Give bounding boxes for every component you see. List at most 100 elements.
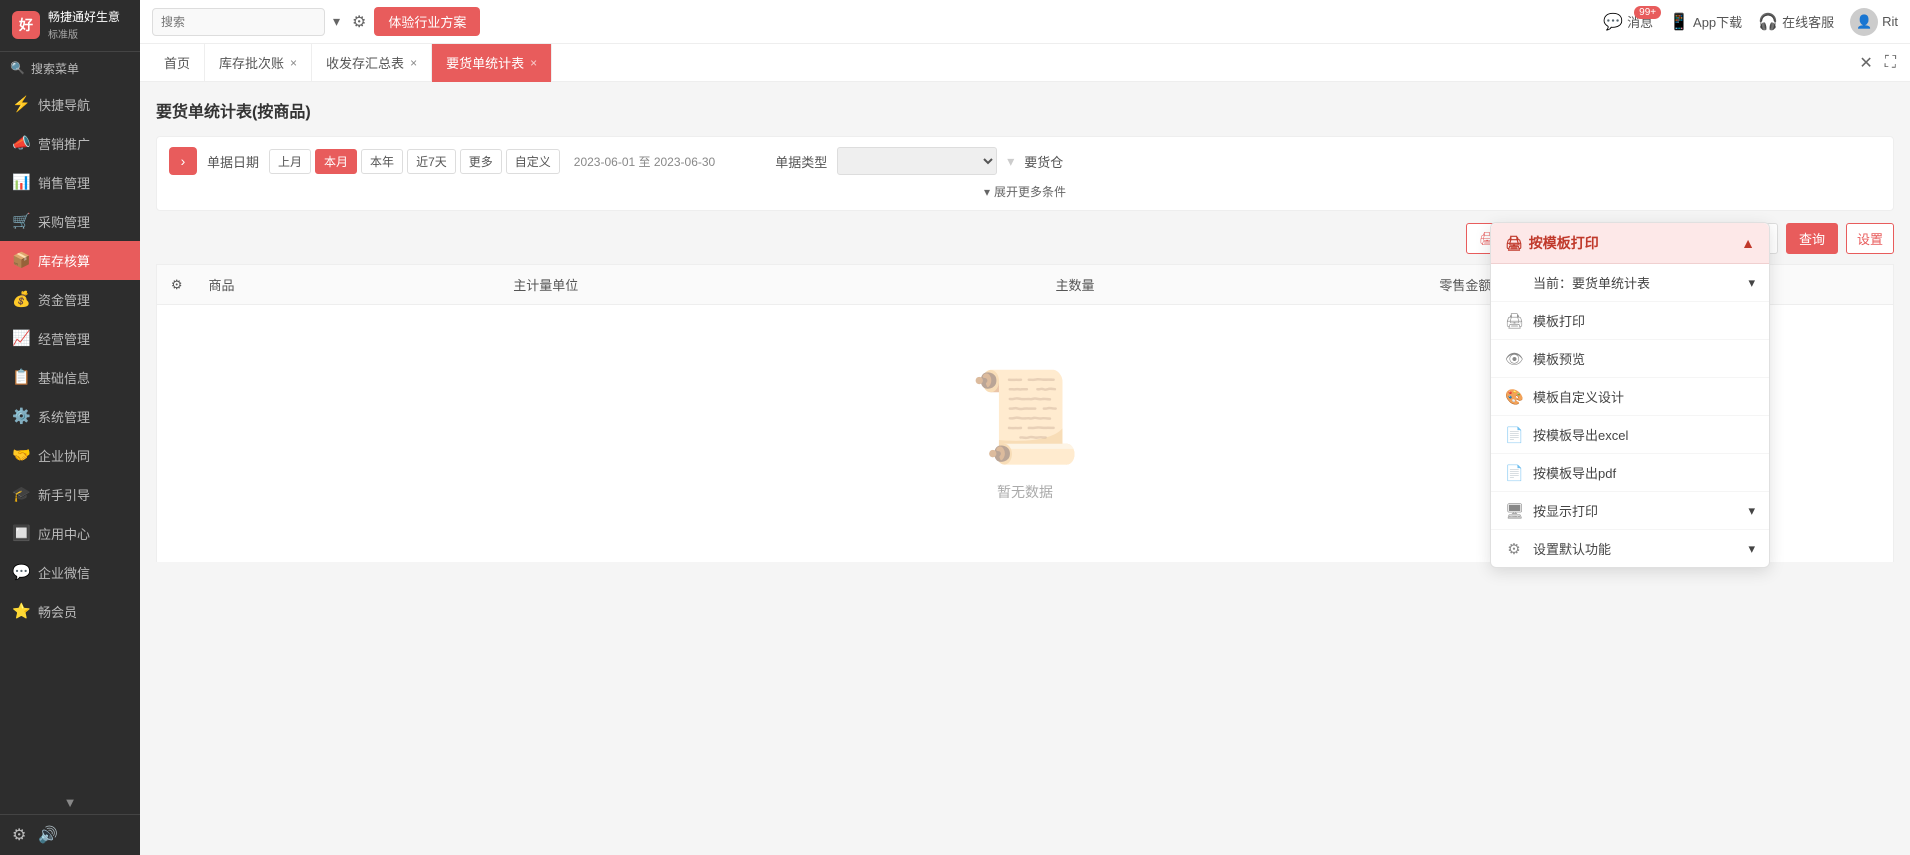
- content-area: 要货单统计表(按商品) › 单据日期 上月 本月 本年 近7天 更多 自定义 2…: [140, 82, 1910, 855]
- print-dropdown-item-display-print[interactable]: 🖥 按显示打印 ▾: [1491, 492, 1769, 530]
- sidebar-item-search[interactable]: 🔍 搜索菜单: [0, 52, 140, 85]
- app-logo: 好 畅捷通好生意 标准版: [0, 0, 140, 52]
- sidebar-item-sales[interactable]: 📊 销售管理: [0, 163, 140, 202]
- guide-icon: 🎓: [12, 485, 30, 503]
- close-tab-button[interactable]: ✕: [1855, 49, 1876, 77]
- sidebar-item-guide[interactable]: 🎓 新手引导: [0, 475, 140, 514]
- online-service-label: 在线客服: [1782, 12, 1834, 31]
- filter-row: › 单据日期 上月 本月 本年 近7天 更多 自定义 2023-06-01 至 …: [169, 147, 1881, 175]
- tab-collection-report[interactable]: 收发存汇总表 ×: [312, 44, 432, 82]
- date-btn-more[interactable]: 更多: [460, 149, 502, 174]
- maximize-tab-button[interactable]: ⛶: [1881, 50, 1900, 76]
- print-dropdown-item-default-func[interactable]: ⚙ 设置默认功能 ▾: [1491, 530, 1769, 567]
- user-avatar[interactable]: 👤 Rit: [1850, 8, 1898, 36]
- sidebar-item-quick-nav[interactable]: ⚡ 快捷导航: [0, 85, 140, 124]
- sidebar-item-finance[interactable]: 💰 资金管理: [0, 280, 140, 319]
- print-dropdown-item-template-preview[interactable]: 👁 模板预览: [1491, 340, 1769, 378]
- tab-order-report[interactable]: 要货单统计表 ×: [432, 44, 552, 82]
- date-btn-this-month[interactable]: 本月: [315, 149, 357, 174]
- tab-order-report-label: 要货单统计表: [446, 53, 524, 72]
- tab-collection-report-label: 收发存汇总表: [326, 53, 404, 72]
- sidebar-item-basics[interactable]: 📋 基础信息: [0, 358, 140, 397]
- sidebar-item-label: 快捷导航: [38, 95, 90, 114]
- print-dropdown-item-template-custom[interactable]: 🎨 模板自定义设计: [1491, 378, 1769, 416]
- system-icon: ⚙️: [12, 407, 30, 425]
- messages-badge: 99+: [1634, 6, 1661, 19]
- date-btn-7days[interactable]: 近7天: [407, 149, 456, 174]
- sales-icon: 📊: [12, 173, 30, 191]
- print-dropdown-close-icon[interactable]: ▲: [1741, 235, 1755, 251]
- expand-more-button[interactable]: ▾ 展开更多条件: [984, 183, 1066, 200]
- sidebar-item-marketing[interactable]: 📣 营销推广: [0, 124, 140, 163]
- topbar-actions: 💬 消息 99+ 📱 App下载 🎧 在线客服 👤 Rit: [1603, 8, 1898, 36]
- topbar-dropdown-button[interactable]: ▾: [333, 13, 340, 30]
- filter-bar: › 单据日期 上月 本月 本年 近7天 更多 自定义 2023-06-01 至 …: [156, 136, 1894, 211]
- sidebar-item-inventory[interactable]: 📦 库存核算: [0, 241, 140, 280]
- trial-button[interactable]: 体验行业方案: [374, 7, 480, 36]
- sidebar-scroll-down[interactable]: ▼: [0, 791, 140, 814]
- query-button[interactable]: 查询: [1786, 223, 1838, 254]
- tab-batch-account-close[interactable]: ×: [290, 56, 297, 70]
- sidebar-item-member[interactable]: ⭐ 畅会员: [0, 592, 140, 631]
- messages-button[interactable]: 💬 消息 99+: [1603, 12, 1653, 32]
- empty-text: 暂无数据: [997, 482, 1053, 502]
- sidebar-item-label: 库存核算: [38, 251, 90, 270]
- sidebar-item-label: 采购管理: [38, 212, 90, 231]
- print-dropdown-item-export-excel[interactable]: 📄 按模板导出excel: [1491, 416, 1769, 454]
- tab-batch-account[interactable]: 库存批次账 ×: [205, 44, 312, 82]
- export-pdf-icon: 📄: [1505, 464, 1523, 482]
- app-edition: 标准版: [48, 26, 120, 41]
- topbar-search-input[interactable]: [152, 8, 325, 36]
- sidebar-item-purchase[interactable]: 🛒 采购管理: [0, 202, 140, 241]
- headset-icon: 🎧: [1758, 12, 1778, 32]
- sidebar-item-label: 经营管理: [38, 329, 90, 348]
- default-func-left: ⚙ 设置默认功能: [1505, 539, 1611, 558]
- display-print-label: 按显示打印: [1533, 501, 1598, 520]
- purchase-icon: 🛒: [12, 212, 30, 230]
- sidebar: 好 畅捷通好生意 标准版 🔍 搜索菜单 ⚡ 快捷导航 📣 营销推广 📊 销售管理…: [0, 0, 140, 855]
- sidebar-item-label: 应用中心: [38, 524, 90, 543]
- export-excel-label: 按模板导出excel: [1533, 425, 1628, 444]
- online-service-button[interactable]: 🎧 在线客服: [1758, 12, 1834, 32]
- basics-icon: 📋: [12, 368, 30, 386]
- print-dropdown-item-export-pdf[interactable]: 📄 按模板导出pdf: [1491, 454, 1769, 492]
- topbar-gear-icon[interactable]: ⚙: [352, 12, 366, 32]
- settings-button[interactable]: 设置: [1846, 223, 1894, 254]
- template-custom-icon: 🎨: [1505, 388, 1523, 406]
- col-unit: 主计量单位: [501, 265, 1043, 305]
- print-dropdown-panel: 🖨 按模板打印 ▲ 当前：要货单统计表 ▾ 🖨 模板打印 👁 模板预览 🎨 模板…: [1490, 222, 1770, 568]
- print-current-template[interactable]: 当前：要货单统计表 ▾: [1491, 264, 1769, 302]
- col-settings[interactable]: ⚙: [157, 265, 197, 305]
- sidebar-item-system[interactable]: ⚙️ 系统管理: [0, 397, 140, 436]
- sidebar-item-collab[interactable]: 🤝 企业协同: [0, 436, 140, 475]
- date-btn-this-year[interactable]: 本年: [361, 149, 403, 174]
- date-btn-last-month[interactable]: 上月: [269, 149, 311, 174]
- print-dropdown-item-template-print[interactable]: 🖨 模板打印: [1491, 302, 1769, 340]
- print-title-text: 按模板打印: [1529, 233, 1599, 253]
- date-btn-custom[interactable]: 自定义: [506, 149, 560, 174]
- sidebar-item-label: 基础信息: [38, 368, 90, 387]
- search-icon: 🔍: [10, 61, 25, 75]
- filter-expand-button[interactable]: ›: [169, 147, 197, 175]
- sidebar-nav: ⚡ 快捷导航 📣 营销推广 📊 销售管理 🛒 采购管理 📦 库存核算 💰 资金管…: [0, 85, 140, 791]
- tab-home[interactable]: 首页: [150, 44, 205, 82]
- inventory-icon: 📦: [12, 251, 30, 269]
- type-filter-select[interactable]: [837, 147, 997, 175]
- settings-icon[interactable]: ⚙: [12, 825, 26, 845]
- sidebar-item-operation[interactable]: 📈 经营管理: [0, 319, 140, 358]
- phone-icon: 📱: [1669, 12, 1689, 32]
- sidebar-item-label: 新手引导: [38, 485, 90, 504]
- gear-icon: ⚙: [171, 277, 183, 292]
- quick-nav-icon: ⚡: [12, 95, 30, 113]
- tab-order-report-close[interactable]: ×: [530, 56, 537, 70]
- app-name: 畅捷通好生意: [48, 10, 120, 26]
- sidebar-item-apps[interactable]: 🔲 应用中心: [0, 514, 140, 553]
- volume-icon[interactable]: 🔊: [38, 825, 58, 845]
- avatar-icon: 👤: [1850, 8, 1878, 36]
- app-download-button[interactable]: 📱 App下载: [1669, 12, 1742, 32]
- category-filter-label: 要货仓: [1024, 152, 1063, 171]
- user-name: Rit: [1882, 14, 1898, 29]
- sidebar-item-wechat[interactable]: 💬 企业微信: [0, 553, 140, 592]
- app-download-label: App下载: [1693, 12, 1742, 31]
- tab-collection-report-close[interactable]: ×: [410, 56, 417, 70]
